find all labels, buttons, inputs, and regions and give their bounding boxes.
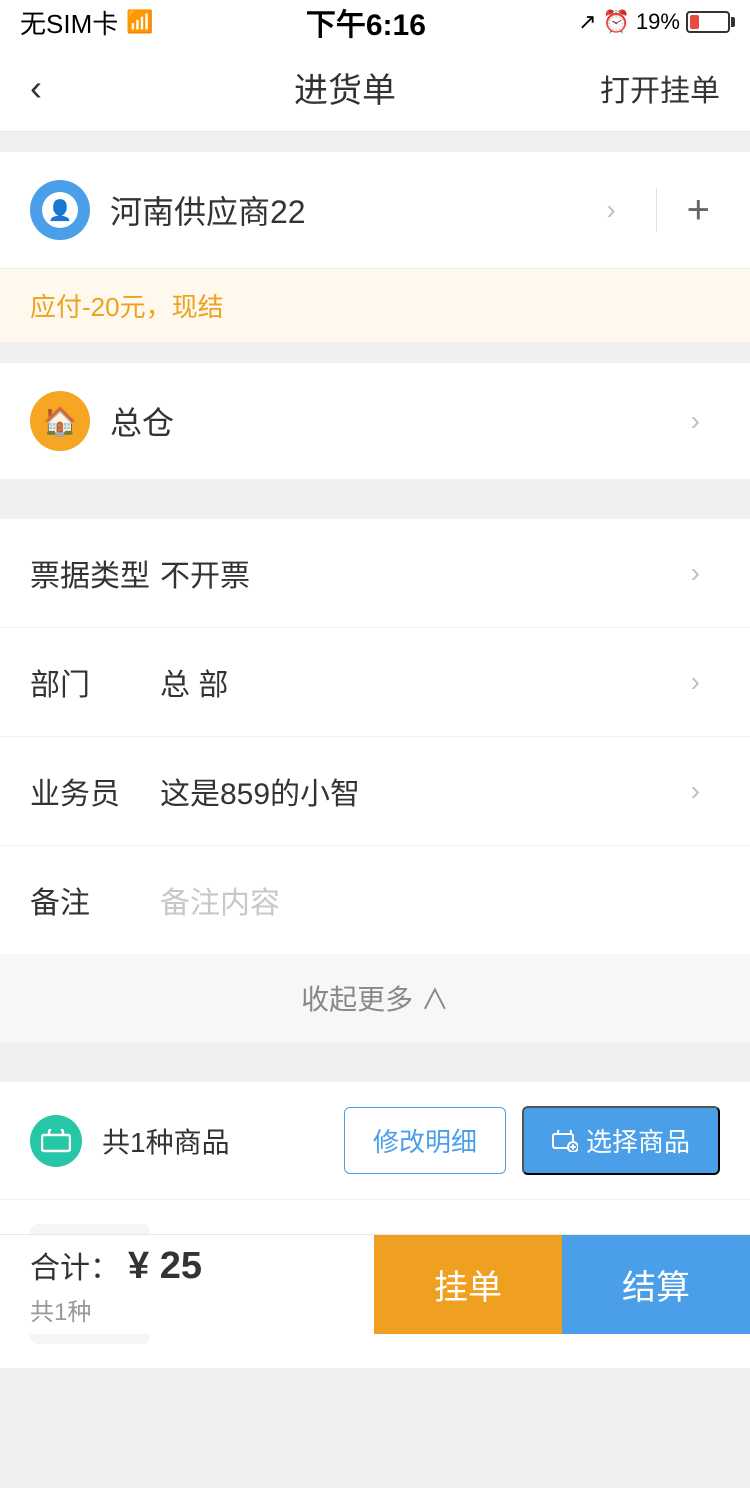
remark-input[interactable]: 备注内容 <box>160 878 720 922</box>
department-row[interactable]: 部门 总 部 › <box>0 628 750 737</box>
warehouse-chevron-icon: › <box>691 405 700 437</box>
settle-button[interactable]: 结算 <box>562 1235 750 1334</box>
divider-3 <box>0 479 750 499</box>
ticket-type-value: 不开票 <box>160 551 691 595</box>
location-icon: ↗ <box>578 9 596 35</box>
form-section: 票据类型 不开票 › 部门 总 部 › 业务员 这是859的小智 › 备注 备注… <box>0 519 750 954</box>
salesman-row[interactable]: 业务员 这是859的小智 › <box>0 737 750 846</box>
warehouse-row[interactable]: 🏠 总仓 › <box>0 363 750 479</box>
bottom-spacer <box>0 1368 750 1488</box>
product-count: 共1种商品 <box>102 1121 344 1161</box>
collapse-button[interactable]: 收起更多 ∧ <box>0 954 750 1042</box>
ticket-type-row[interactable]: 票据类型 不开票 › <box>0 519 750 628</box>
divider-2 <box>0 343 750 363</box>
edit-detail-button[interactable]: 修改明细 <box>344 1107 506 1174</box>
total-amount: ¥ 25 <box>128 1245 202 1288</box>
supplier-row[interactable]: 河南供应商22 › + <box>0 152 750 269</box>
back-button[interactable]: ‹ <box>30 67 90 109</box>
total-main: 合计： ¥ 25 <box>30 1243 344 1288</box>
status-right: ↗ ⏰ 19% <box>578 9 730 35</box>
total-label: 合计： <box>30 1243 120 1287</box>
ticket-type-label: 票据类型 <box>30 551 160 595</box>
supplier-name: 河南供应商22 <box>110 187 606 233</box>
wifi-icon: 📶 <box>126 9 153 35</box>
chevron-right-icon: › <box>606 194 615 226</box>
department-label: 部门 <box>30 660 160 704</box>
ticket-type-chevron-icon: › <box>691 557 700 589</box>
open-pending-button[interactable]: 打开挂单 <box>600 66 720 110</box>
product-header-icon <box>30 1115 82 1167</box>
status-bar: 无SIM卡 📶 下午6:16 ↗ ⏰ 19% <box>0 0 750 44</box>
add-supplier-button[interactable]: + <box>677 188 720 233</box>
avatar-inner <box>42 192 78 228</box>
status-carrier: 无SIM卡 📶 <box>20 4 154 41</box>
product-header: 共1种商品 修改明细 选择商品 <box>0 1082 750 1200</box>
pending-button[interactable]: 挂单 <box>374 1235 562 1334</box>
supplier-avatar <box>30 180 90 240</box>
total-area: 合计： ¥ 25 共1种 <box>0 1235 374 1334</box>
salesman-value: 这是859的小智 <box>160 769 691 813</box>
salesman-label: 业务员 <box>30 769 160 813</box>
vertical-divider <box>656 188 657 232</box>
warehouse-card: 🏠 总仓 › <box>0 363 750 479</box>
department-value: 总 部 <box>160 660 691 704</box>
remark-row[interactable]: 备注 备注内容 <box>0 846 750 954</box>
total-sub: 共1种 <box>30 1292 344 1327</box>
divider-1 <box>0 132 750 152</box>
department-chevron-icon: › <box>691 666 700 698</box>
status-time: 下午6:16 <box>306 0 426 44</box>
page-title: 进货单 <box>294 63 396 112</box>
salesman-chevron-icon: › <box>691 775 700 807</box>
remark-label: 备注 <box>30 878 160 922</box>
battery-percent: 19% <box>636 9 680 35</box>
select-product-button[interactable]: 选择商品 <box>522 1106 720 1175</box>
notice-bar: 应付-20元，现结 <box>0 269 750 343</box>
divider-4 <box>0 1042 750 1062</box>
supplier-card: 河南供应商22 › + 应付-20元，现结 <box>0 152 750 343</box>
nav-bar: ‹ 进货单 打开挂单 <box>0 44 750 132</box>
warehouse-icon: 🏠 <box>30 391 90 451</box>
bottom-bar: 合计： ¥ 25 共1种 挂单 结算 <box>0 1234 750 1334</box>
battery-icon <box>686 11 730 33</box>
warehouse-name: 总仓 <box>110 398 691 444</box>
alarm-icon: ⏰ <box>603 9 630 35</box>
